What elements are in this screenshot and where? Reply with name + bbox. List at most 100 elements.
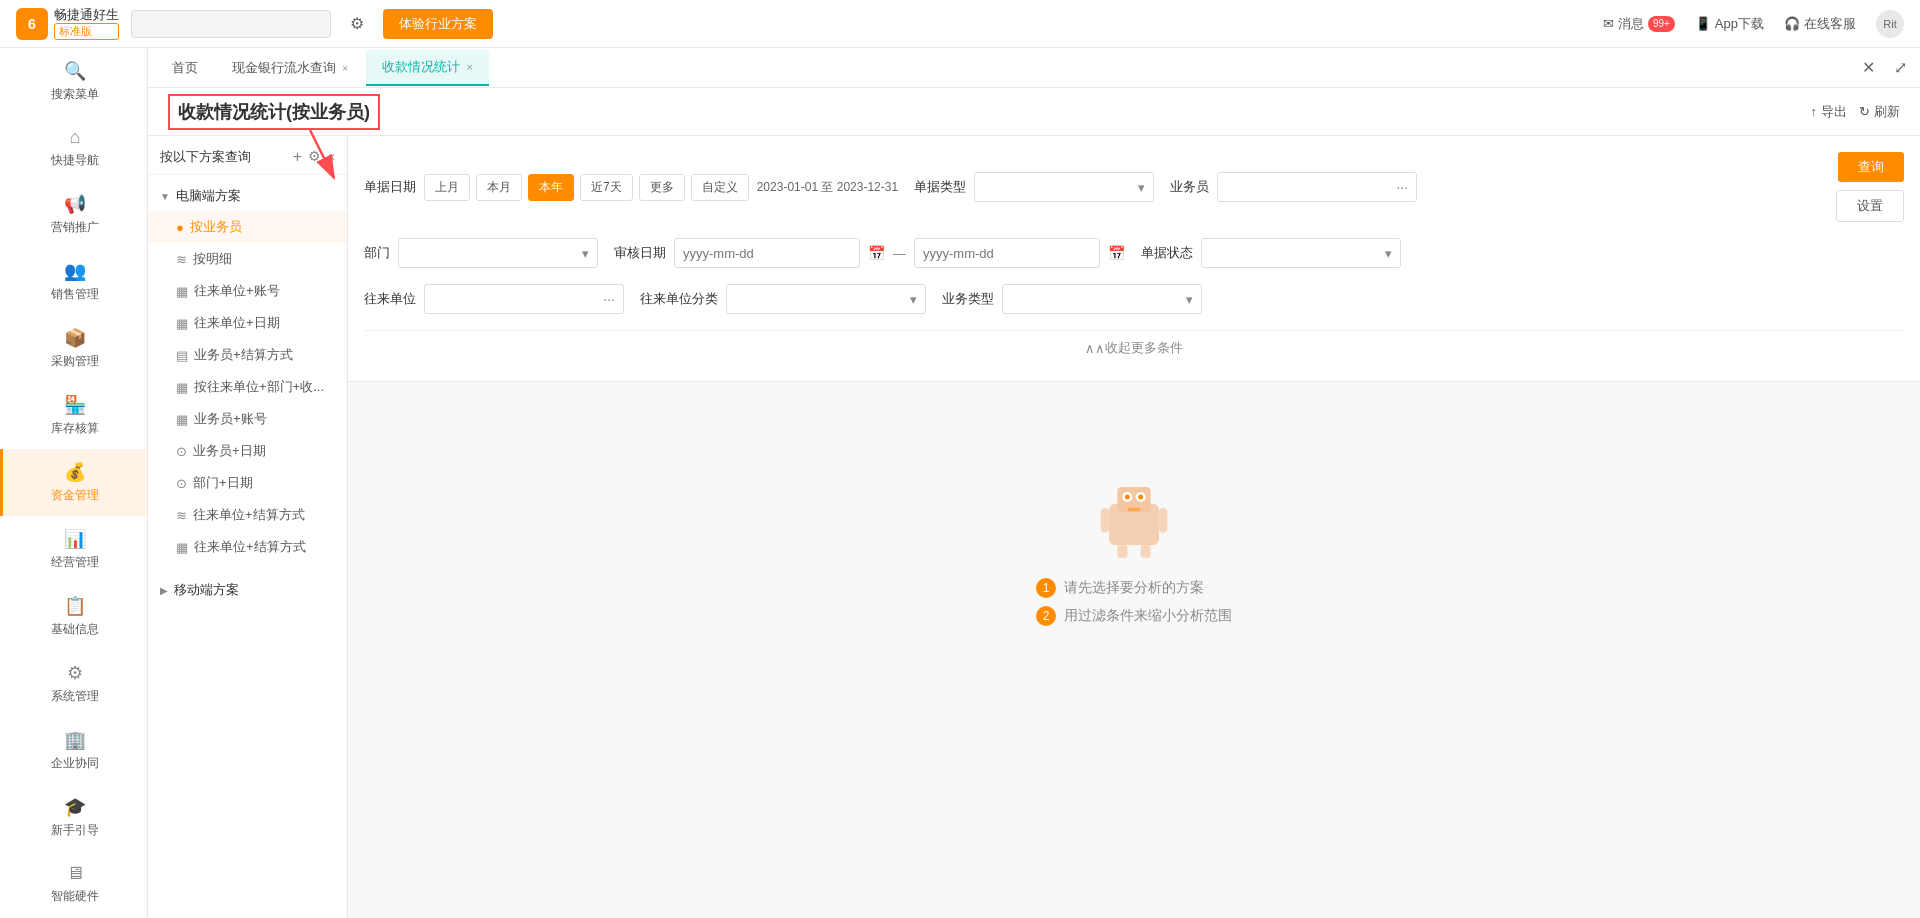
capital-icon: 💰 xyxy=(64,461,86,483)
empty-robot-illustration xyxy=(1084,462,1184,562)
sidebar-item-operations[interactable]: 📊 经营管理 xyxy=(0,516,147,583)
scheme-item-salesperson-settlement[interactable]: ▤ 业务员+结算方式 xyxy=(148,339,347,371)
scheme-item-salesperson-account[interactable]: ▦ 业务员+账号 xyxy=(148,403,347,435)
right-panel: 单据日期 上月 本月 本年 近7天 更多 自定义 2023-01-01 至 20… xyxy=(348,136,1920,918)
logo-area: 6 畅捷通好生 标准版 xyxy=(16,7,119,40)
tab-close-all-icon[interactable]: ✕ xyxy=(1856,56,1880,80)
scheme-item-dept-date[interactable]: ⊙ 部门+日期 xyxy=(148,467,347,499)
bank-flow-tab-close[interactable]: × xyxy=(342,62,348,74)
sidebar-item-sales[interactable]: 👥 销售管理 xyxy=(0,248,147,315)
sidebar-item-marketing[interactable]: 📢 营销推广 xyxy=(0,181,147,248)
messages-action[interactable]: ✉ 消息 99+ xyxy=(1603,15,1675,33)
business-type-select[interactable]: ▾ xyxy=(1002,284,1202,314)
date-range-display: 2023-01-01 至 2023-12-31 xyxy=(757,179,898,196)
sidebar-item-system[interactable]: ⚙ 系统管理 xyxy=(0,650,147,717)
sidebar-item-search-menu[interactable]: 🔍 搜索菜单 xyxy=(0,48,147,115)
app-logo: 6 xyxy=(16,8,48,40)
scheme-item-partner-settlement1[interactable]: ≋ 往来单位+结算方式 xyxy=(148,499,347,531)
basic-info-icon: 📋 xyxy=(64,595,86,617)
date-btn-more[interactable]: 更多 xyxy=(639,174,685,201)
scheme-item-salesperson-date[interactable]: ⊙ 业务员+日期 xyxy=(148,435,347,467)
query-button[interactable]: 查询 xyxy=(1838,152,1904,182)
scheme-item-partner-date[interactable]: ▦ 往来单位+日期 xyxy=(148,307,347,339)
scheme-group-pc-header[interactable]: ▼ 电脑端方案 xyxy=(148,181,347,211)
partner-select[interactable]: ··· xyxy=(424,284,624,314)
export-button[interactable]: ↑ 导出 xyxy=(1811,103,1848,121)
tab-expand-icon[interactable]: ⤢ xyxy=(1888,56,1912,80)
salesperson-account-label: 业务员+账号 xyxy=(194,410,267,428)
tab-receivable-stats[interactable]: 收款情况统计 × xyxy=(366,50,488,86)
user-initials: Rit xyxy=(1883,18,1896,30)
download-icon: 📱 xyxy=(1695,16,1711,31)
receivable-stats-tab-label: 收款情况统计 xyxy=(382,58,460,76)
filter-area: 单据日期 上月 本月 本年 近7天 更多 自定义 2023-01-01 至 20… xyxy=(348,136,1920,381)
salesperson-select[interactable]: ··· xyxy=(1217,172,1417,202)
user-avatar[interactable]: Rit xyxy=(1876,10,1904,38)
tab-bank-flow[interactable]: 现金银行流水查询 × xyxy=(216,50,364,86)
partner-category-select[interactable]: ▾ xyxy=(726,284,926,314)
scheme-collapse-icon[interactable]: « xyxy=(327,148,335,166)
date-btn-this-year[interactable]: 本年 xyxy=(528,174,574,201)
tab-home[interactable]: 首页 xyxy=(156,50,214,86)
doc-status-select[interactable]: ▾ xyxy=(1201,238,1401,268)
scheme-item-by-detail[interactable]: ≋ 按明细 xyxy=(148,243,347,275)
dept-select[interactable]: ▾ xyxy=(398,238,598,268)
partner-more-icon[interactable]: ··· xyxy=(603,291,615,307)
partner-settlement2-icon: ▦ xyxy=(176,540,188,555)
filter-settings-button[interactable]: 设置 xyxy=(1836,190,1904,222)
sidebar-item-quick-nav[interactable]: ⌂ 快捷导航 xyxy=(0,115,147,181)
filter-group-business-type: 业务类型 ▾ xyxy=(942,284,1202,314)
review-date-from-input[interactable] xyxy=(674,238,860,268)
mobile-group-arrow: ▶ xyxy=(160,585,168,596)
review-date-to-input[interactable] xyxy=(914,238,1100,268)
sidebar-label-enterprise: 企业协同 xyxy=(51,755,99,772)
inventory-icon: 🏪 xyxy=(64,394,86,416)
scheme-add-icon[interactable]: + xyxy=(293,148,302,166)
sidebar-item-basic-info[interactable]: 📋 基础信息 xyxy=(0,583,147,650)
collapse-bar[interactable]: ∧∧ 收起更多条件 xyxy=(364,330,1904,365)
sidebar-item-purchase[interactable]: 📦 采购管理 xyxy=(0,315,147,382)
scheme-settings-icon[interactable]: ⚙ xyxy=(308,148,321,166)
date-btn-7days[interactable]: 近7天 xyxy=(580,174,633,201)
partner-settlement1-icon: ≋ xyxy=(176,508,187,523)
sidebar: 🔍 搜索菜单 ⌂ 快捷导航 📢 营销推广 👥 销售管理 📦 采购管理 🏪 库存核… xyxy=(0,48,148,918)
scheme-panel: 按以下方案查询 + ⚙ « ▼ 电脑端方案 ● 按业务员 xyxy=(148,136,348,918)
refresh-button[interactable]: ↻ 刷新 xyxy=(1859,103,1900,121)
sidebar-item-smart-hw[interactable]: 🖥 智能硬件 xyxy=(0,851,147,917)
online-service-action[interactable]: 🎧 在线客服 xyxy=(1784,15,1856,33)
sidebar-item-guide[interactable]: 🎓 新手引导 xyxy=(0,784,147,851)
export-label: 导出 xyxy=(1821,103,1847,121)
app-download-action[interactable]: 📱 App下载 xyxy=(1695,15,1764,33)
breadcrumb-input[interactable] xyxy=(131,10,331,38)
scheme-item-partner-dept-collect[interactable]: ▦ 按往来单位+部门+收... xyxy=(148,371,347,403)
scheme-item-partner-settlement2[interactable]: ▦ 往来单位+结算方式 xyxy=(148,531,347,563)
detail-item-icon: ≋ xyxy=(176,252,187,267)
salesperson-settlement-icon: ▤ xyxy=(176,348,188,363)
review-date-to-cal-icon[interactable]: 📅 xyxy=(1108,245,1125,261)
scheme-item-partner-account[interactable]: ▦ 往来单位+账号 xyxy=(148,275,347,307)
tab-bar: 首页 现金银行流水查询 × 收款情况统计 × ✕ ⤢ xyxy=(148,48,1920,88)
doc-type-select[interactable]: ▾ xyxy=(974,172,1154,202)
scheme-group-mobile-header[interactable]: ▶ 移动端方案 xyxy=(148,575,347,605)
header-settings-button[interactable]: ⚙ xyxy=(343,10,371,38)
svg-rect-6 xyxy=(1127,508,1140,511)
empty-state: 1 请先选择要分析的方案 2 用过滤条件来缩小分析范围 xyxy=(1036,462,1232,626)
sidebar-item-capital[interactable]: 💰 资金管理 xyxy=(0,449,147,516)
scheme-item-by-salesperson[interactable]: ● 按业务员 xyxy=(148,211,347,243)
review-date-from-cal-icon[interactable]: 📅 xyxy=(868,245,885,261)
date-btn-this-month[interactable]: 本月 xyxy=(476,174,522,201)
sidebar-item-inventory[interactable]: 🏪 库存核算 xyxy=(0,382,147,449)
salesperson-more-icon[interactable]: ··· xyxy=(1396,179,1408,195)
date-btn-last-month[interactable]: 上月 xyxy=(424,174,470,201)
trial-button[interactable]: 体验行业方案 xyxy=(383,9,493,39)
sidebar-label-smart-hw: 智能硬件 xyxy=(51,888,99,905)
sidebar-label-purchase: 采购管理 xyxy=(51,353,99,370)
salesperson-date-label: 业务员+日期 xyxy=(193,442,266,460)
header-right: ✉ 消息 99+ 📱 App下载 🎧 在线客服 Rit xyxy=(1603,10,1904,38)
sidebar-label-system: 系统管理 xyxy=(51,688,99,705)
partner-category-arrow-icon: ▾ xyxy=(910,292,917,307)
date-btn-custom[interactable]: 自定义 xyxy=(691,174,749,201)
sidebar-label-marketing: 营销推广 xyxy=(51,219,99,236)
receivable-stats-tab-close[interactable]: × xyxy=(466,61,472,73)
sidebar-item-enterprise[interactable]: 🏢 企业协同 xyxy=(0,717,147,784)
